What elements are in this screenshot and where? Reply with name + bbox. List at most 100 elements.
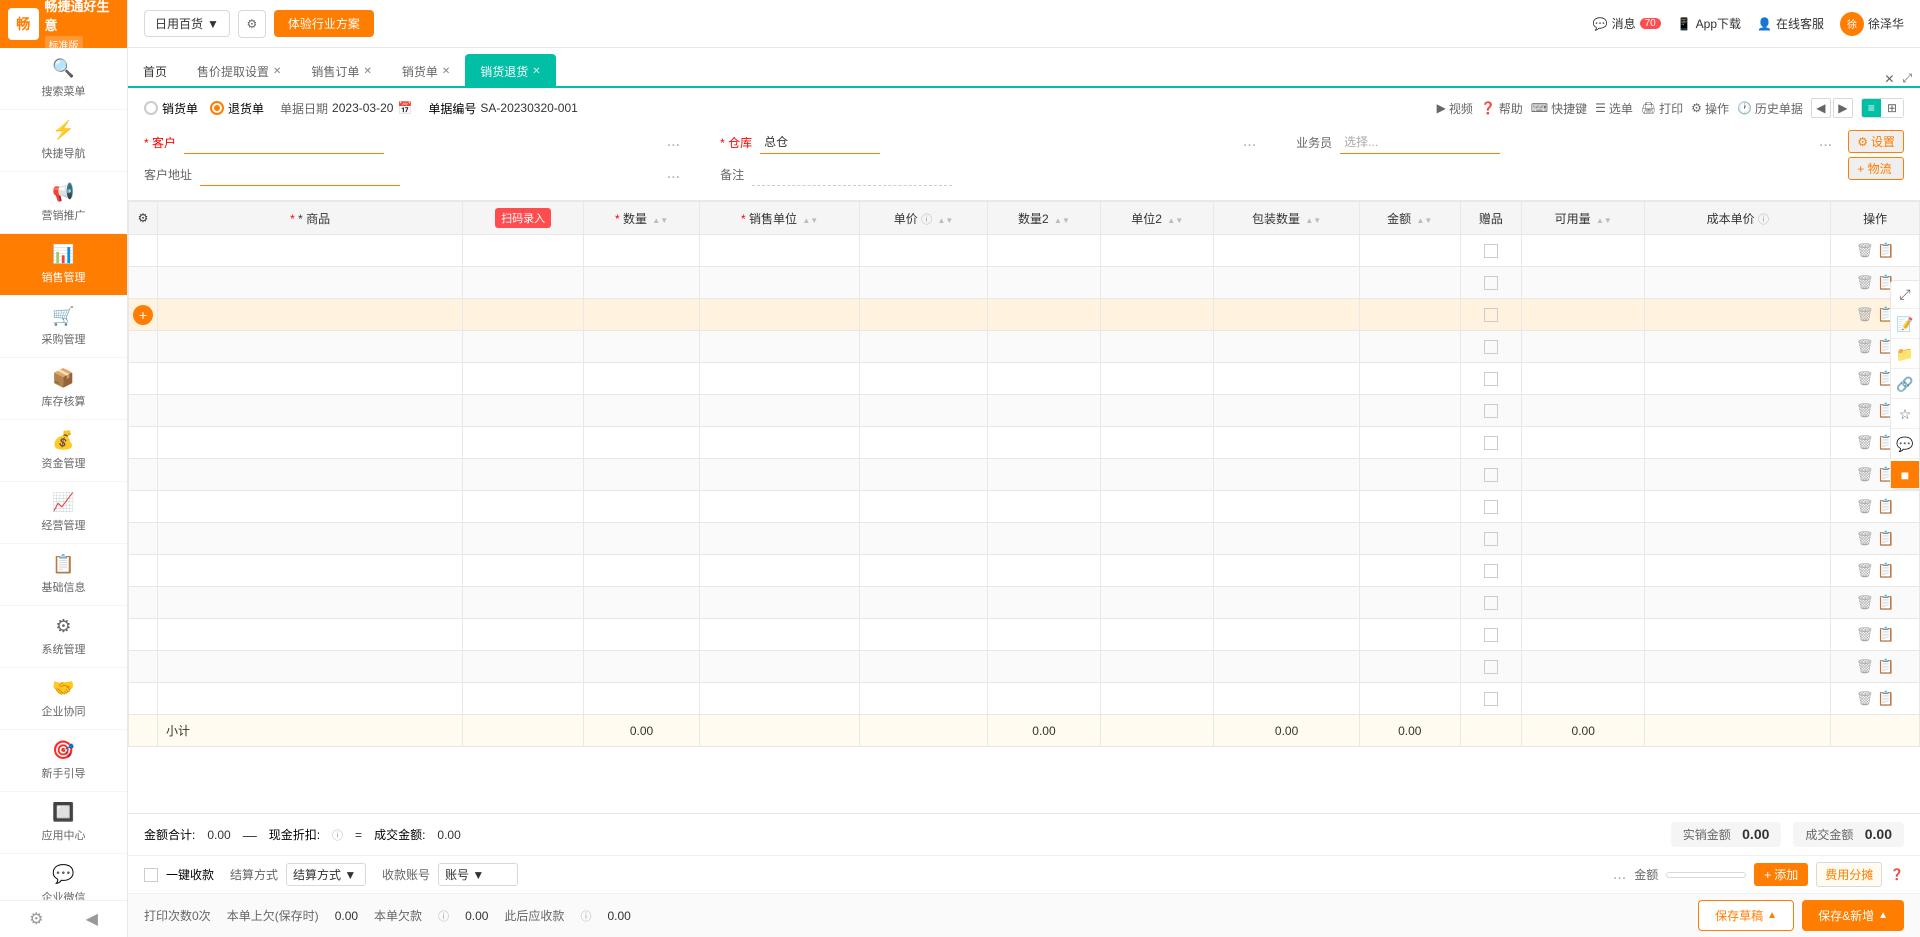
delete-row-icon[interactable]: 🗑	[1856, 338, 1874, 354]
salesperson-input[interactable]: 选择...	[1340, 130, 1500, 154]
copy-row-icon[interactable]: 📋	[1877, 242, 1894, 258]
copy-row-icon[interactable]: 📋	[1877, 690, 1894, 706]
delete-row-icon[interactable]: 🗑	[1856, 434, 1874, 450]
delete-row-icon[interactable]: 🗑	[1856, 690, 1874, 706]
tab-close-icon[interactable]: ✕	[363, 66, 371, 77]
delete-row-icon[interactable]: 🗑	[1856, 498, 1874, 514]
shortcuts-btn[interactable]: ⌨ 快捷键	[1531, 100, 1587, 117]
save-new-button[interactable]: 保存&新增 ▲	[1802, 900, 1904, 931]
customer-more-icon[interactable]: ...	[667, 133, 680, 151]
tab-sale-return[interactable]: 销货退货 ✕	[465, 54, 555, 88]
sidebar-item-enterprise[interactable]: 🤝 企业协同	[0, 668, 127, 730]
sidebar-item-operations[interactable]: 📈 经营管理	[0, 482, 127, 544]
sidebar-item-basic[interactable]: 📋 基础信息	[0, 544, 127, 606]
star-toolbar-btn[interactable]: ☆	[1891, 401, 1919, 429]
note-toolbar-btn[interactable]: 📝	[1891, 311, 1919, 339]
radio-return[interactable]: 退货单	[210, 100, 264, 117]
gift-checkbox[interactable]	[1484, 404, 1498, 418]
sidebar-item-sales[interactable]: 📊 销售管理	[0, 234, 127, 296]
gift-checkbox[interactable]	[1484, 596, 1498, 610]
address-input[interactable]	[200, 162, 400, 186]
radio-sale[interactable]: 销货单	[144, 100, 198, 117]
product-cell[interactable]	[158, 619, 463, 651]
card-view-btn[interactable]: ⊞	[1881, 99, 1903, 117]
one-click-checkbox[interactable]	[144, 868, 158, 882]
settings-bottom-icon[interactable]: ⚙	[29, 909, 43, 929]
tab-close-icon[interactable]: ✕	[273, 66, 281, 77]
experience-button[interactable]: 体验行业方案	[274, 10, 374, 37]
product-cell[interactable]	[158, 427, 463, 459]
gift-checkbox[interactable]	[1484, 436, 1498, 450]
sidebar-item-inventory[interactable]: 📦 库存核算	[0, 358, 127, 420]
product-input-cell[interactable]	[158, 299, 463, 331]
account-more-icon[interactable]: ...	[1613, 866, 1626, 884]
product-cell[interactable]	[158, 651, 463, 683]
gift-checkbox[interactable]	[1484, 372, 1498, 386]
gift-checkbox[interactable]	[1484, 244, 1498, 258]
add-row-cell[interactable]: +	[129, 299, 158, 331]
tab-close-icon[interactable]: ✕	[442, 66, 450, 77]
folder-toolbar-btn[interactable]: 📁	[1891, 341, 1919, 369]
gift-checkbox[interactable]	[1484, 628, 1498, 642]
delete-row-icon[interactable]: 🗑	[1856, 530, 1874, 546]
address-more-icon[interactable]: ...	[667, 165, 680, 183]
collapse-icon[interactable]: ◀	[86, 909, 98, 929]
gift-checkbox[interactable]	[1484, 276, 1498, 290]
settings-button[interactable]: ⚙ 设置	[1848, 130, 1904, 153]
sidebar-item-marketing[interactable]: 📢 营销推广	[0, 172, 127, 234]
sidebar-item-search[interactable]: 🔍 搜索菜单	[0, 48, 127, 110]
copy-row-icon[interactable]: 📋	[1877, 594, 1894, 610]
gift-checkbox[interactable]	[1484, 500, 1498, 514]
messages-button[interactable]: 💬 消息 70	[1593, 15, 1661, 32]
save-draft-button[interactable]: 保存草稿 ▲	[1698, 900, 1794, 931]
delete-row-icon[interactable]: 🗑	[1856, 242, 1874, 258]
copy-row-icon[interactable]: 📋	[1877, 498, 1894, 514]
select-btn[interactable]: ☰ 选单	[1595, 100, 1633, 117]
fee-split-button[interactable]: 费用分摊	[1816, 862, 1882, 887]
orange-toolbar-btn[interactable]: ■	[1891, 461, 1919, 489]
expand-tab-icon[interactable]: ⤢	[1902, 71, 1912, 86]
col-settings[interactable]: ⚙	[129, 202, 158, 235]
print-btn[interactable]: 🖨 打印	[1641, 100, 1683, 117]
link-toolbar-btn[interactable]: 🔗	[1891, 371, 1919, 399]
video-btn[interactable]: ▶ 视频	[1437, 100, 1473, 117]
delete-row-icon[interactable]: 🗑	[1856, 466, 1874, 482]
sidebar-item-shortcuts[interactable]: ⚡ 快捷导航	[0, 110, 127, 172]
prev-record-btn[interactable]: ◀	[1811, 98, 1831, 118]
tab-close-icon[interactable]: ✕	[532, 66, 540, 77]
gift-checkbox[interactable]	[1484, 468, 1498, 482]
help-btn[interactable]: ❓ 帮助	[1481, 100, 1523, 117]
copy-row-icon[interactable]: 📋	[1877, 626, 1894, 642]
settings-gear-button[interactable]: ⚙	[238, 10, 266, 38]
tab-sale-price[interactable]: 售价提取设置 ✕	[182, 54, 296, 88]
gift-checkbox[interactable]	[1484, 340, 1498, 354]
sidebar-item-system[interactable]: ⚙ 系统管理	[0, 606, 127, 668]
product-cell[interactable]	[158, 267, 463, 299]
user-profile[interactable]: 徐 徐泽华	[1840, 12, 1904, 36]
next-record-btn[interactable]: ▶	[1833, 98, 1853, 118]
warehouse-input[interactable]: 总仓	[760, 130, 880, 154]
product-cell[interactable]	[158, 555, 463, 587]
delete-row-icon[interactable]: 🗑	[1856, 594, 1874, 610]
product-cell[interactable]	[158, 491, 463, 523]
gift-checkbox[interactable]	[1484, 564, 1498, 578]
tab-sale-delivery[interactable]: 销货单 ✕	[387, 54, 465, 88]
calendar-icon[interactable]: 📅	[397, 101, 412, 115]
product-cell[interactable]	[158, 331, 463, 363]
settlement-select[interactable]: 结算方式 ▼	[286, 863, 366, 886]
tab-home[interactable]: 首页	[128, 54, 182, 88]
delete-row-icon[interactable]: 🗑	[1856, 658, 1874, 674]
app-download-button[interactable]: 📱 App下载	[1677, 15, 1741, 32]
sidebar-item-finance[interactable]: 💰 资金管理	[0, 420, 127, 482]
product-cell[interactable]	[158, 235, 463, 267]
delete-row-icon[interactable]: 🗑	[1856, 306, 1874, 322]
product-cell[interactable]	[158, 683, 463, 715]
gift-checkbox[interactable]	[1484, 660, 1498, 674]
logistics-button[interactable]: + 物流	[1848, 157, 1904, 180]
delete-row-icon[interactable]: 🗑	[1856, 402, 1874, 418]
amount-input[interactable]	[1666, 872, 1746, 878]
sidebar-item-guide[interactable]: 🎯 新手引导	[0, 730, 127, 792]
product-cell[interactable]	[158, 395, 463, 427]
delete-row-icon[interactable]: 🗑	[1856, 562, 1874, 578]
salesperson-more-icon[interactable]: ...	[1819, 133, 1832, 151]
